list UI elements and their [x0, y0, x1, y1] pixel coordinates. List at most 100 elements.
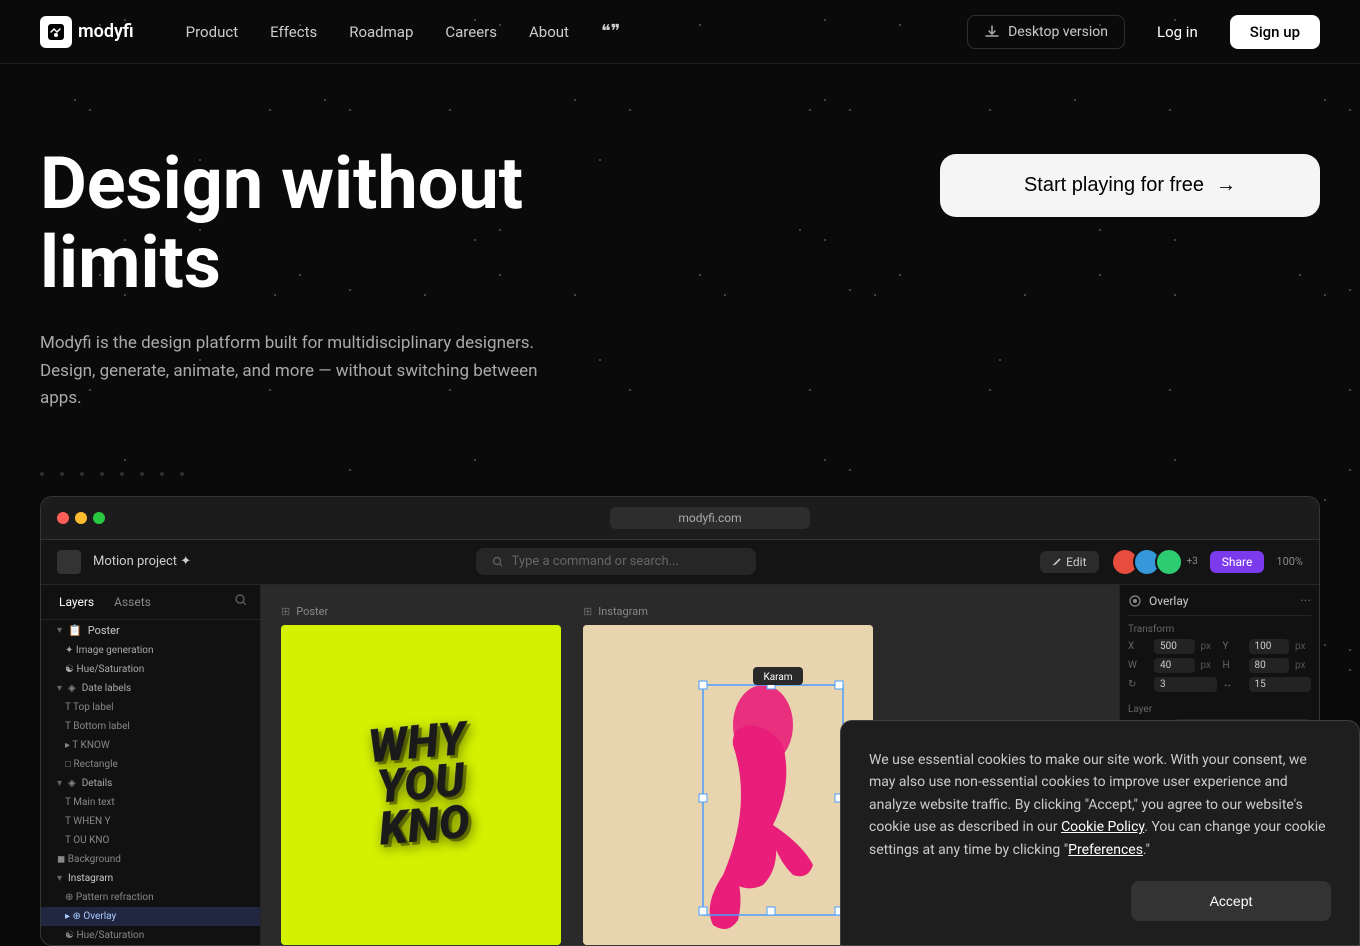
layer-background[interactable]: ◼ Background	[41, 850, 260, 869]
cta-button[interactable]: Start playing for free →	[940, 154, 1320, 217]
share-button[interactable]: Share	[1210, 551, 1265, 573]
instagram-canvas: Karam	[583, 625, 873, 945]
logo-text: modyfi	[78, 21, 134, 42]
x-value[interactable]: 500	[1154, 639, 1195, 654]
transform-label: Transform	[1128, 624, 1311, 635]
layers-tab[interactable]: Layers	[53, 593, 100, 611]
dot-1	[40, 472, 44, 476]
nav-icon-quotes[interactable]: ❝❞	[589, 15, 632, 48]
nav-link-effects[interactable]: Effects	[258, 17, 329, 47]
logo-link[interactable]: modyfi	[40, 16, 134, 48]
layer-overlay[interactable]: ▸ ⊕ Overlay	[41, 907, 260, 926]
app-toolbar: Motion project ✦ Type a command or searc…	[41, 540, 1319, 585]
dot-5	[120, 472, 124, 476]
cookie-policy-link[interactable]: Cookie Policy	[1061, 819, 1144, 835]
project-name[interactable]: Motion project ✦	[93, 554, 191, 569]
layer-instagram[interactable]: ▾ Instagram	[41, 869, 260, 888]
layers-list: ▾ 📋 Poster ✦ Image generation ☯ Hue/Satu…	[41, 620, 260, 945]
scale-value[interactable]: 15	[1249, 677, 1312, 692]
desktop-version-label: Desktop version	[1008, 24, 1108, 40]
nav-links: Product Effects Roadmap Careers About ❝❞	[174, 15, 967, 48]
url-bar-container: modyfi.com	[117, 507, 1303, 529]
cookie-banner: We use essential cookies to make our sit…	[840, 720, 1360, 946]
edit-icon	[1052, 557, 1062, 567]
y-label: Y	[1223, 641, 1243, 652]
layer-top-label[interactable]: T Top label	[41, 698, 260, 717]
rotation-row: ↻ 3 ↔ 15	[1128, 677, 1311, 692]
panel-header: Overlay ···	[1128, 593, 1311, 616]
sidebar-search-icon[interactable]	[234, 593, 248, 607]
toolbar-search: Type a command or search...	[203, 548, 1028, 575]
layer-date-labels[interactable]: ▾ ◈ Date labels	[41, 679, 260, 698]
decorative-dots	[0, 452, 1360, 496]
overlay-icon	[1128, 594, 1142, 608]
poster-frame-label: ⊞ Poster	[281, 605, 328, 618]
window-controls	[57, 512, 105, 524]
layer-when-y[interactable]: T WHEN Y	[41, 812, 260, 831]
hero-left: Design without limits Modyfi is the desi…	[40, 144, 700, 412]
h-label: H	[1223, 660, 1243, 671]
transform-section: Transform X 500 px Y 100 px W 40 px H 80…	[1128, 624, 1311, 692]
toolbar-actions: Edit +3 Share 100%	[1040, 548, 1303, 576]
hero-right: Start playing for free →	[940, 144, 1320, 217]
command-search[interactable]: Type a command or search...	[476, 548, 756, 575]
avatar-3	[1155, 548, 1183, 576]
signup-button[interactable]: Sign up	[1230, 15, 1320, 49]
layer-bottom-label[interactable]: T Bottom label	[41, 717, 260, 736]
instagram-content: Karam	[583, 625, 873, 945]
h-unit: px	[1295, 660, 1311, 671]
dot-3	[80, 472, 84, 476]
layer-rectangle[interactable]: □ Rectangle	[41, 755, 260, 774]
nav-link-careers[interactable]: Careers	[433, 17, 509, 47]
layer-image-generation[interactable]: ✦ Image generation	[41, 641, 260, 660]
layer-know[interactable]: ▸ T KNOW	[41, 736, 260, 755]
logo-icon	[40, 16, 72, 48]
poster-frame-container: ⊞ Poster WHYYOUKNO	[281, 625, 561, 925]
edit-button[interactable]: Edit	[1040, 551, 1098, 573]
w-value[interactable]: 40	[1154, 658, 1195, 673]
dot-8	[180, 472, 184, 476]
y-unit: px	[1295, 641, 1311, 652]
h-value[interactable]: 80	[1249, 658, 1290, 673]
hero-title: Design without limits	[40, 144, 700, 302]
rotation-value[interactable]: 3	[1154, 677, 1217, 692]
search-placeholder: Type a command or search...	[512, 554, 679, 569]
dot-2	[60, 472, 64, 476]
layer-label: Layer	[1128, 704, 1311, 715]
assets-tab[interactable]: Assets	[108, 593, 157, 611]
desktop-version-button[interactable]: Desktop version	[967, 15, 1125, 49]
panel-more-icon[interactable]: ···	[1300, 593, 1311, 609]
layer-pattern-refraction[interactable]: ⊕ Pattern refraction	[41, 888, 260, 907]
nav-link-product[interactable]: Product	[174, 17, 250, 47]
login-button[interactable]: Log in	[1137, 15, 1218, 49]
nav-actions: Desktop version Log in Sign up	[967, 15, 1320, 49]
cookie-actions: Accept	[869, 881, 1331, 921]
layer-hue-saturation-1[interactable]: ☯ Hue/Saturation	[41, 660, 260, 679]
layers-panel: Layers Assets ▾ 📋 Poster ✦ Image generat…	[41, 585, 261, 945]
layer-poster[interactable]: ▾ 📋 Poster	[41, 620, 260, 641]
dot-4	[100, 472, 104, 476]
layer-details[interactable]: ▾ ◈ Details	[41, 774, 260, 793]
pink-figure-svg: Karam	[583, 625, 873, 945]
search-icon	[492, 556, 504, 568]
w-unit: px	[1201, 660, 1217, 671]
y-value[interactable]: 100	[1249, 639, 1290, 654]
accept-button[interactable]: Accept	[1131, 881, 1331, 921]
arrow-icon: →	[1216, 174, 1236, 197]
layer-ou-kno[interactable]: T OU KNO	[41, 831, 260, 850]
hero-section: Design without limits Modyfi is the desi…	[0, 64, 1360, 452]
layer-main-text[interactable]: T Main text	[41, 793, 260, 812]
nav-link-about[interactable]: About	[517, 17, 581, 47]
x-unit: px	[1201, 641, 1217, 652]
dot-6	[140, 472, 144, 476]
extra-avatars: +3	[1187, 556, 1198, 567]
minimize-dot	[75, 512, 87, 524]
navigation: modyfi Product Effects Roadmap Careers A…	[0, 0, 1360, 64]
cookie-text-end: ."	[1143, 842, 1150, 858]
app-titlebar: modyfi.com	[41, 497, 1319, 540]
preferences-link[interactable]: Preferences	[1068, 842, 1143, 858]
nav-link-roadmap[interactable]: Roadmap	[337, 17, 425, 47]
layer-hue-saturation-2[interactable]: ☯ Hue/Saturation	[41, 926, 260, 945]
url-bar: modyfi.com	[610, 507, 810, 529]
maximize-dot	[93, 512, 105, 524]
